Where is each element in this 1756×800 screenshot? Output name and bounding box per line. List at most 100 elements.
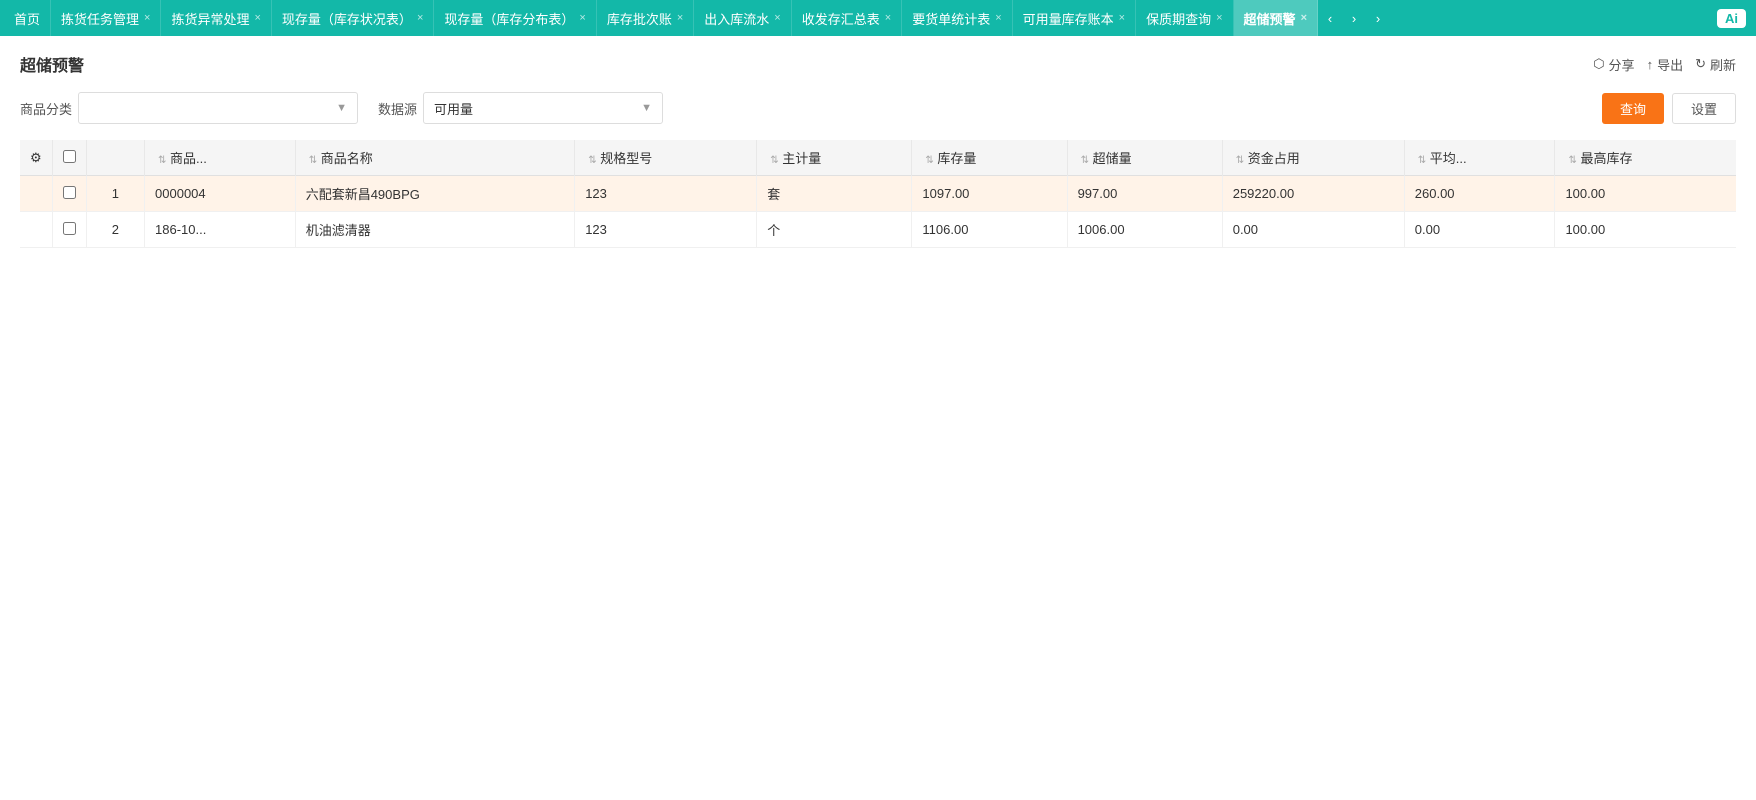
close-tab-available-stock[interactable]: × <box>1119 12 1125 24</box>
row-spec-0: 123 <box>575 176 757 212</box>
col-overstock-header: ⇅ 超储量 <box>1067 140 1222 176</box>
nav-tab-home[interactable]: 首页 <box>4 0 51 36</box>
close-tab-inout-flow[interactable]: × <box>774 12 780 24</box>
filter-row: 商品分类 ▼ 数据源 可用量 ▼ 查询 设置 <box>20 92 1736 124</box>
row-spec-1: 123 <box>575 212 757 248</box>
sort-icon-max-stock: ⇅ <box>1568 155 1576 166</box>
datasource-label: 数据源 <box>378 99 417 118</box>
page-content: 超储预警 ⬡ 分享 ↑ 导出 ↻ 刷新 商品分类 ▼ 数据源 <box>0 36 1756 800</box>
nav-tab-order-stats[interactable]: 要货单统计表 × <box>902 0 1012 36</box>
share-action[interactable]: ⬡ 分享 <box>1593 55 1634 74</box>
nav-tab-overstock-warning[interactable]: 超储预警 × <box>1234 0 1318 36</box>
row-num-0: 1 <box>86 176 144 212</box>
col-avg-header: ⇅ 平均... <box>1404 140 1555 176</box>
category-filter: 商品分类 ▼ <box>20 92 358 124</box>
close-tab-collect-send[interactable]: × <box>885 12 891 24</box>
col-max-stock-header: ⇅ 最高库存 <box>1555 140 1736 176</box>
header-actions: ⬡ 分享 ↑ 导出 ↻ 刷新 <box>1593 55 1736 74</box>
row-checkbox-0 <box>52 176 86 212</box>
row-product-code-1: 186-10... <box>145 212 296 248</box>
refresh-action[interactable]: ↻ 刷新 <box>1695 55 1736 74</box>
row-capital-0: 259220.00 <box>1222 176 1404 212</box>
nav-tab-task-mgmt[interactable]: 拣货任务管理 × <box>51 0 161 36</box>
row-product-code-0: 0000004 <box>145 176 296 212</box>
query-button[interactable]: 查询 <box>1602 93 1664 124</box>
col-unit-header: ⇅ 主计量 <box>757 140 912 176</box>
nav-tab-inventory-dist[interactable]: 现存量（库存分布表） × <box>434 0 596 36</box>
col-gear: ⚙ <box>20 140 52 176</box>
nav-tab-quality-check[interactable]: 保质期查询 × <box>1136 0 1233 36</box>
close-tab-batch[interactable]: × <box>677 12 683 24</box>
col-capital-header: ⇅ 资金占用 <box>1222 140 1404 176</box>
data-table: ⚙ ⇅ 商品... ⇅ 商品名称 ⇅ 规格型号 <box>20 140 1736 248</box>
row-num-1: 2 <box>86 212 144 248</box>
row-gear-0 <box>20 176 52 212</box>
share-icon: ⬡ <box>1593 56 1604 72</box>
gear-icon[interactable]: ⚙ <box>30 150 42 165</box>
nav-arrow-more[interactable]: › <box>1366 0 1390 36</box>
datasource-value: 可用量 <box>434 99 473 118</box>
nav-tab-inventory-status[interactable]: 现存量（库存状况表） × <box>272 0 434 36</box>
row-avg-0: 260.00 <box>1404 176 1555 212</box>
nav-tab-batch[interactable]: 库存批次账 × <box>597 0 694 36</box>
row-max-stock-0: 100.00 <box>1555 176 1736 212</box>
sort-icon-spec: ⇅ <box>588 155 596 166</box>
refresh-icon: ↻ <box>1695 56 1706 72</box>
nav-arrow-left[interactable]: ‹ <box>1318 0 1342 36</box>
row-avg-1: 0.00 <box>1404 212 1555 248</box>
sort-icon-unit: ⇅ <box>770 155 778 166</box>
close-tab-inventory-dist[interactable]: × <box>579 12 585 24</box>
nav-tab-collect-send[interactable]: 收发存汇总表 × <box>792 0 902 36</box>
close-tab-inventory-status[interactable]: × <box>417 12 423 24</box>
export-action[interactable]: ↑ 导出 <box>1647 55 1684 74</box>
row-unit-0: 套 <box>757 176 912 212</box>
row-overstock-1: 1006.00 <box>1067 212 1222 248</box>
row-max-stock-1: 100.00 <box>1555 212 1736 248</box>
nav-tab-abnormal[interactable]: 拣货异常处理 × <box>161 0 271 36</box>
export-icon: ↑ <box>1647 57 1654 72</box>
col-product-code-header: ⇅ 商品... <box>145 140 296 176</box>
table-header-row: ⚙ ⇅ 商品... ⇅ 商品名称 ⇅ 规格型号 <box>20 140 1736 176</box>
top-navigation: 首页 拣货任务管理 × 拣货异常处理 × 现存量（库存状况表） × 现存量（库存… <box>0 0 1756 36</box>
close-tab-order-stats[interactable]: × <box>995 12 1001 24</box>
nav-tab-inout-flow[interactable]: 出入库流水 × <box>694 0 791 36</box>
row-inventory-0: 1097.00 <box>912 176 1067 212</box>
table-row: 2 186-10... 机油滤清器 123 个 1106.00 1006.00 … <box>20 212 1736 248</box>
col-spec-header: ⇅ 规格型号 <box>575 140 757 176</box>
row-select-1[interactable] <box>63 222 76 235</box>
close-tab-overstock-warning[interactable]: × <box>1301 12 1307 24</box>
row-inventory-1: 1106.00 <box>912 212 1067 248</box>
sort-icon-overstock: ⇅ <box>1081 155 1089 166</box>
row-gear-1 <box>20 212 52 248</box>
col-inventory-header: ⇅ 库存量 <box>912 140 1067 176</box>
nav-arrow-right[interactable]: › <box>1342 0 1366 36</box>
close-tab-abnormal[interactable]: × <box>254 12 260 24</box>
datasource-dropdown-icon: ▼ <box>641 102 652 114</box>
close-tab-task-mgmt[interactable]: × <box>144 12 150 24</box>
col-row-num-header <box>86 140 144 176</box>
row-capital-1: 0.00 <box>1222 212 1404 248</box>
datasource-select[interactable]: 可用量 ▼ <box>423 92 663 124</box>
sort-icon-product-name: ⇅ <box>309 155 317 166</box>
row-overstock-0: 997.00 <box>1067 176 1222 212</box>
close-tab-quality-check[interactable]: × <box>1216 12 1222 24</box>
row-checkbox-1 <box>52 212 86 248</box>
category-dropdown-icon: ▼ <box>336 102 347 114</box>
ai-badge[interactable]: Ai <box>1717 9 1746 28</box>
row-product-name-0: 六配套新昌490BPG <box>295 176 575 212</box>
nav-tab-available-stock[interactable]: 可用量库存账本 × <box>1013 0 1136 36</box>
row-product-name-1: 机油滤清器 <box>295 212 575 248</box>
page-header: 超储预警 ⬡ 分享 ↑ 导出 ↻ 刷新 <box>20 52 1736 76</box>
sort-icon-product-code: ⇅ <box>158 155 166 166</box>
category-label: 商品分类 <box>20 99 72 118</box>
sort-icon-capital: ⇅ <box>1236 155 1244 166</box>
row-select-0[interactable] <box>63 186 76 199</box>
row-unit-1: 个 <box>757 212 912 248</box>
col-product-name-header: ⇅ 商品名称 <box>295 140 575 176</box>
select-all-checkbox[interactable] <box>63 150 76 163</box>
category-select[interactable]: ▼ <box>78 92 358 124</box>
sort-icon-inventory: ⇅ <box>925 155 933 166</box>
datasource-filter: 数据源 可用量 ▼ <box>378 92 663 124</box>
settings-button[interactable]: 设置 <box>1672 93 1736 124</box>
table-row: 1 0000004 六配套新昌490BPG 123 套 1097.00 997.… <box>20 176 1736 212</box>
